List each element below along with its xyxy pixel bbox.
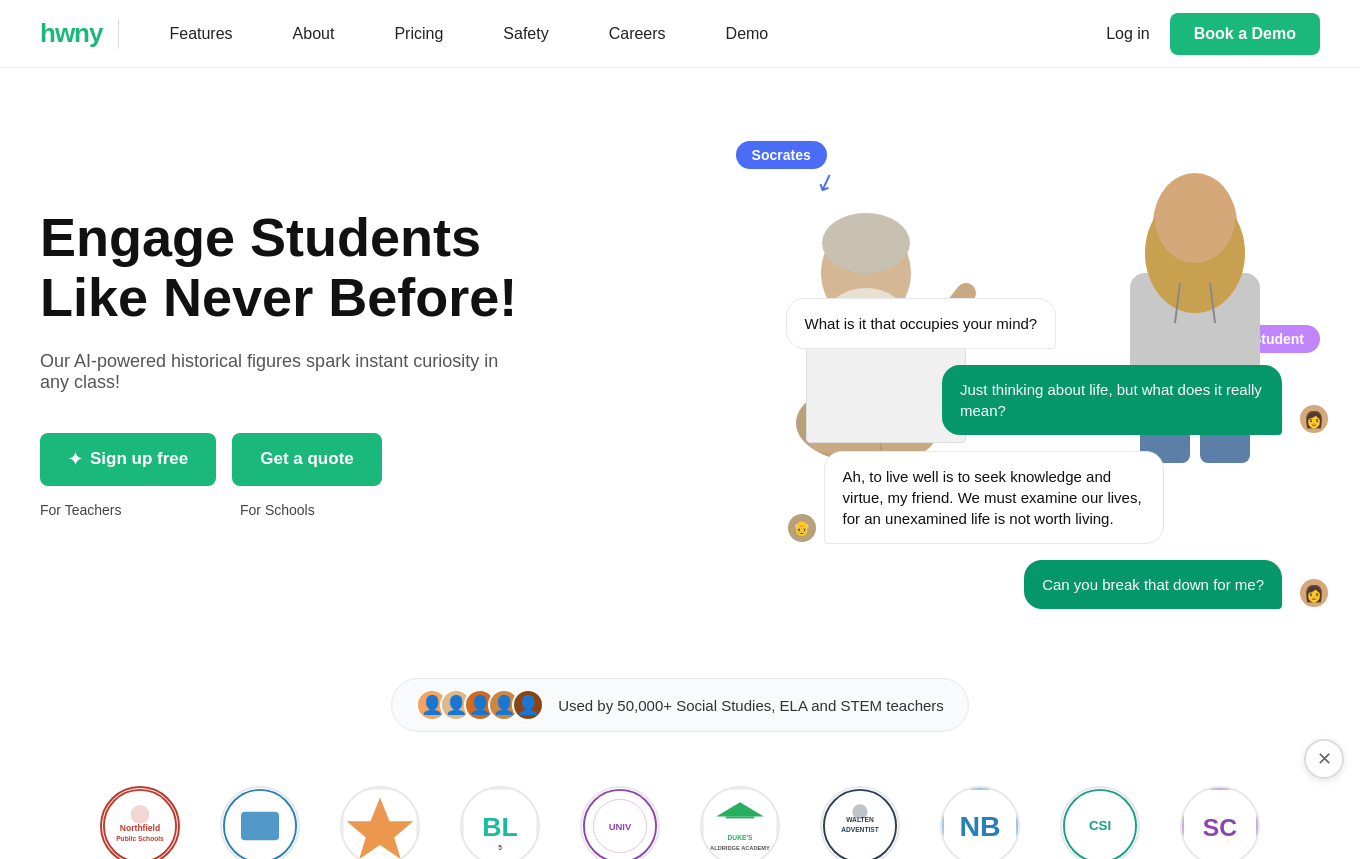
label-teachers: For Teachers bbox=[40, 502, 170, 518]
hero-right: Socrates ↙ Student ↙ bbox=[706, 83, 1320, 643]
hero-left: Engage Students Like Never Before! Our A… bbox=[40, 168, 706, 558]
svg-text:UNIV: UNIV bbox=[609, 821, 632, 832]
logo[interactable]: hwny bbox=[40, 18, 102, 49]
logo-csi: CSI bbox=[1060, 786, 1140, 859]
svg-point-38 bbox=[852, 804, 867, 819]
logo-university: UNIV bbox=[580, 786, 660, 859]
student-avatar-2: 👩 bbox=[1298, 577, 1330, 609]
logo-nb: NB bbox=[940, 786, 1020, 859]
label-schools: For Schools bbox=[240, 502, 370, 518]
logo-dukes: DUKE'S ALDRIDGE ACADEMY bbox=[700, 786, 780, 859]
sparkle-icon: ✦ bbox=[68, 449, 82, 470]
svg-point-19 bbox=[131, 805, 150, 824]
hero-section: Engage Students Like Never Before! Our A… bbox=[0, 68, 1360, 658]
svg-point-35 bbox=[824, 790, 896, 859]
social-text: Used by 50,000+ Social Studies, ELA and … bbox=[558, 697, 944, 714]
svg-rect-32 bbox=[726, 817, 755, 819]
student-avatar: 👩 bbox=[1298, 403, 1330, 435]
hero-illustration: Socrates ↙ Student ↙ bbox=[706, 83, 1320, 643]
nav-careers[interactable]: Careers bbox=[579, 0, 696, 68]
signup-button[interactable]: ✦ Sign up free bbox=[40, 433, 216, 486]
book-demo-button[interactable]: Book a Demo bbox=[1170, 13, 1320, 55]
login-link[interactable]: Log in bbox=[1106, 25, 1150, 43]
nav-actions: Log in Book a Demo bbox=[1106, 13, 1320, 55]
hero-title: Engage Students Like Never Before! bbox=[40, 208, 600, 327]
chat-area: What is it that occupies your mind? Just… bbox=[786, 298, 1330, 613]
logo-juar-kus bbox=[340, 786, 420, 859]
logo-sc: SC bbox=[1180, 786, 1260, 859]
svg-text:BL: BL bbox=[482, 812, 517, 842]
logo-bl: BL 5 bbox=[460, 786, 540, 859]
nav-safety[interactable]: Safety bbox=[473, 0, 578, 68]
avatar-5: 👤 bbox=[512, 689, 544, 721]
signup-label: Sign up free bbox=[90, 449, 188, 469]
nav-divider bbox=[118, 19, 119, 49]
nav-demo[interactable]: Demo bbox=[696, 0, 799, 68]
nav-features[interactable]: Features bbox=[139, 0, 262, 68]
chat-q1: What is it that occupies your mind? bbox=[786, 298, 1057, 349]
nav-links: Features About Pricing Safety Careers De… bbox=[139, 0, 1106, 68]
svg-text:NB: NB bbox=[959, 810, 1000, 842]
hero-subtitle: Our AI-powered historical figures spark … bbox=[40, 351, 520, 393]
svg-point-4 bbox=[822, 213, 910, 273]
svg-text:Northfield: Northfield bbox=[120, 823, 160, 833]
logo-2 bbox=[220, 786, 300, 859]
svg-text:SC: SC bbox=[1203, 814, 1237, 841]
hero-labels: For Teachers For Schools bbox=[40, 502, 706, 518]
socrates-avatar: 👴 bbox=[786, 512, 818, 544]
close-button[interactable]: ✕ bbox=[1304, 739, 1344, 779]
social-proof: 👤 👤 👤 👤 👤 Used by 50,000+ Social Studies… bbox=[0, 658, 1360, 762]
chat-q2: Can you break that down for me? bbox=[1024, 560, 1282, 609]
social-pill: 👤 👤 👤 👤 👤 Used by 50,000+ Social Studies… bbox=[391, 678, 969, 732]
hero-buttons: ✦ Sign up free Get a quote bbox=[40, 433, 706, 486]
svg-text:DUKE'S: DUKE'S bbox=[728, 834, 753, 841]
svg-text:Public Schools: Public Schools bbox=[116, 835, 164, 842]
svg-text:ADVENTIST: ADVENTIST bbox=[841, 826, 879, 833]
svg-text:ALDRIDGE ACADEMY: ALDRIDGE ACADEMY bbox=[710, 845, 770, 851]
logos-bar: Northfield Public Schools BL 5 UNIV bbox=[0, 762, 1360, 859]
chat-a2: Ah, to live well is to seek knowledge an… bbox=[824, 451, 1164, 544]
logo-northfield: Northfield Public Schools bbox=[100, 786, 180, 859]
nav-pricing[interactable]: Pricing bbox=[364, 0, 473, 68]
svg-point-13 bbox=[1155, 173, 1235, 263]
nav-about[interactable]: About bbox=[263, 0, 365, 68]
chat-a1: Just thinking about life, but what does … bbox=[942, 365, 1282, 435]
svg-text:5: 5 bbox=[498, 844, 502, 851]
navbar: hwny Features About Pricing Safety Caree… bbox=[0, 0, 1360, 68]
quote-button[interactable]: Get a quote bbox=[232, 433, 382, 486]
logo-walten: WALTEN ADVENTIST bbox=[820, 786, 900, 859]
svg-rect-21 bbox=[241, 812, 279, 841]
svg-text:CSI: CSI bbox=[1089, 818, 1111, 833]
avatar-stack: 👤 👤 👤 👤 👤 bbox=[416, 689, 544, 721]
